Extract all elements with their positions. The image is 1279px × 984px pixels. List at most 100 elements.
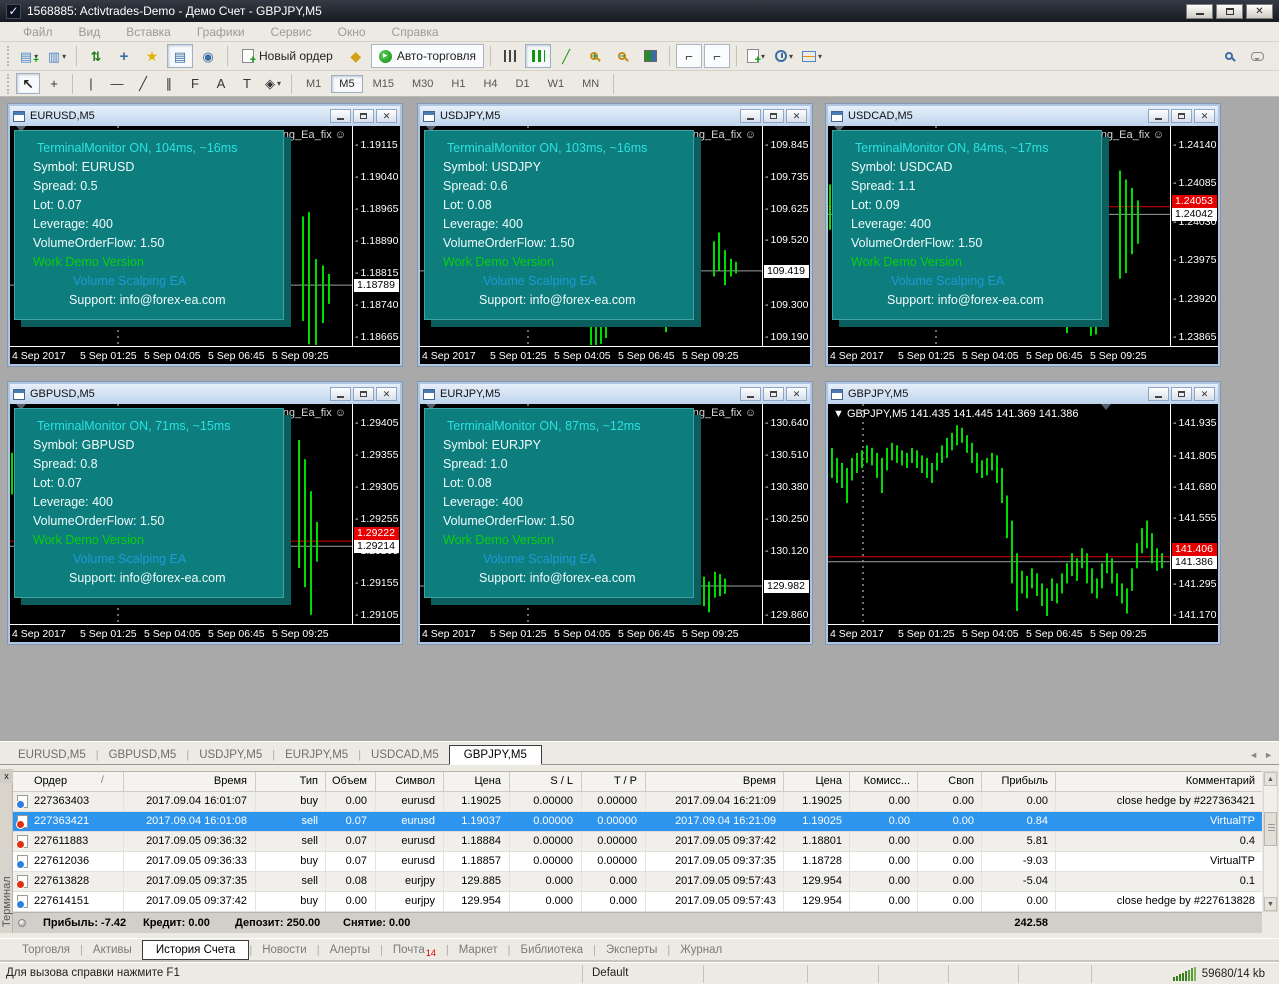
tab-scroll-arrows[interactable]: ◄ ►: [1249, 750, 1273, 764]
terminal-tab-Новости[interactable]: Новости: [252, 941, 317, 959]
autotrading-button[interactable]: Авто-торговля: [370, 44, 485, 68]
profiles-button[interactable]: ▥ ▾: [44, 44, 70, 68]
terminal-tab-История Счета[interactable]: История Счета: [141, 939, 250, 960]
column-header-symbol[interactable]: Символ: [395, 775, 435, 787]
strategy-tester-button[interactable]: ◉: [195, 44, 221, 68]
zoom-out-button[interactable]: −: [609, 44, 635, 68]
chart-area[interactable]: ▼ GBPJPY,M5 141.435 141.445 141.369 141.…: [828, 404, 1218, 642]
chart-minimize-button[interactable]: [330, 387, 351, 401]
chart-close-button[interactable]: [786, 109, 807, 123]
line-chart-button[interactable]: ╱: [553, 44, 579, 68]
terminal-tab-Маркет[interactable]: Маркет: [449, 941, 508, 959]
timeframe-M30[interactable]: M30: [404, 75, 441, 93]
restore-button[interactable]: [1216, 3, 1243, 19]
scroll-up-button[interactable]: ▲: [1264, 772, 1277, 786]
tile-windows-button[interactable]: [637, 44, 663, 68]
chart-restore-button[interactable]: [763, 387, 784, 401]
titlebar[interactable]: 1568885: Activtrades-Demo - Демо Счет - …: [0, 0, 1279, 22]
chart-minimize-button[interactable]: [740, 109, 761, 123]
history-row-227363421[interactable]: 227363421 2017.09.04 16:01:08 sell 0.07 euru…: [13, 812, 1262, 832]
column-header-order[interactable]: Ордер: [34, 775, 67, 787]
chart-minimize-button[interactable]: [1148, 387, 1169, 401]
column-header-sl[interactable]: S / L: [550, 775, 573, 787]
menu-Справка[interactable]: Справка: [379, 25, 452, 39]
periods-button[interactable]: ▾: [771, 44, 797, 68]
cursor-button[interactable]: ↖: [16, 73, 40, 94]
column-header-price2[interactable]: Цена: [816, 775, 842, 787]
chart-area[interactable]: _Scalping_Ea_fix ☺ TerminalMonitor ON, 1…: [10, 126, 400, 364]
chart-area[interactable]: _Scalping_Ea_fix ☺ TerminalMonitor ON, 8…: [828, 126, 1218, 364]
auto-scroll-button[interactable]: ⌐: [676, 44, 703, 68]
timeframe-D1[interactable]: D1: [508, 75, 538, 93]
column-header-swap[interactable]: Своп: [948, 775, 974, 787]
status-profile[interactable]: Default: [592, 967, 628, 979]
chart-close-button[interactable]: [376, 109, 397, 123]
terminal-button[interactable]: ▤: [167, 44, 193, 68]
text-button[interactable]: A: [209, 73, 233, 94]
timeframe-M15[interactable]: M15: [365, 75, 402, 93]
terminal-tab-Торговля[interactable]: Торговля: [12, 941, 80, 959]
chart-window-titlebar[interactable]: GBPUSD,M5: [10, 384, 400, 404]
timeframe-MN[interactable]: MN: [574, 75, 607, 93]
column-header-time2[interactable]: Время: [743, 775, 776, 787]
templates-button[interactable]: ▾: [799, 44, 825, 68]
table-scrollbar[interactable]: ▲ ▼: [1263, 771, 1278, 912]
chart-close-button[interactable]: [1194, 109, 1215, 123]
timeframe-H1[interactable]: H1: [443, 75, 473, 93]
terminal-tab-Библиотека[interactable]: Библиотека: [511, 941, 594, 959]
chart-close-button[interactable]: [1194, 387, 1215, 401]
chart-close-button[interactable]: [376, 387, 397, 401]
column-header-commission[interactable]: Комисс...: [864, 775, 910, 787]
bar-chart-button[interactable]: [497, 44, 523, 68]
chart-tab-EURJPY,M5[interactable]: EURJPY,M5: [275, 746, 358, 764]
chart-window-titlebar[interactable]: GBPJPY,M5: [828, 384, 1218, 404]
chart-window-titlebar[interactable]: USDJPY,M5: [420, 106, 810, 126]
timeframe-H4[interactable]: H4: [475, 75, 505, 93]
chart-restore-button[interactable]: [763, 109, 784, 123]
chat-button[interactable]: [1244, 44, 1270, 68]
chart-close-button[interactable]: [786, 387, 807, 401]
history-row-227612036[interactable]: 227612036 2017.09.05 09:36:33 buy 0.07 eurus…: [13, 852, 1262, 872]
scroll-down-button[interactable]: ▼: [1264, 897, 1277, 911]
chart-window-titlebar[interactable]: EURJPY,M5: [420, 384, 810, 404]
chart-minimize-button[interactable]: [1148, 109, 1169, 123]
chart-tab-USDCAD,M5[interactable]: USDCAD,M5: [361, 746, 449, 764]
arrows-button[interactable]: ◈ ▾: [261, 73, 285, 94]
data-window-button[interactable]: +: [111, 44, 137, 68]
history-row-227611883[interactable]: 227611883 2017.09.05 09:36:32 sell 0.07 euru…: [13, 832, 1262, 852]
menu-Файл[interactable]: Файл: [10, 25, 66, 39]
menu-Вид[interactable]: Вид: [66, 25, 114, 39]
new-chart-button[interactable]: ▤ + ▾: [16, 44, 42, 68]
chart-tab-EURUSD,M5[interactable]: EURUSD,M5: [8, 746, 96, 764]
column-header-type[interactable]: Тип: [300, 775, 318, 787]
column-header-tp[interactable]: T / P: [614, 775, 637, 787]
scrollbar-thumb[interactable]: [1264, 812, 1277, 846]
chart-area[interactable]: _Scalping_Ea_fix ☺ TerminalMonitor ON, 1…: [420, 126, 810, 364]
terminal-tab-Журнал[interactable]: Журнал: [670, 941, 732, 959]
menu-Графики[interactable]: Графики: [184, 25, 258, 39]
timeframe-M5[interactable]: M5: [331, 74, 363, 93]
chart-shift-button[interactable]: ⌐: [704, 44, 731, 68]
trendline-button[interactable]: ╱: [131, 73, 155, 94]
menu-Сервис[interactable]: Сервис: [258, 25, 325, 39]
chart-restore-button[interactable]: [1171, 387, 1192, 401]
terminal-tab-Активы[interactable]: Активы: [83, 941, 142, 959]
menu-Вставка[interactable]: Вставка: [113, 25, 184, 39]
column-header-volume[interactable]: Объем: [332, 775, 367, 787]
metaeditor-button[interactable]: ◆: [343, 44, 369, 68]
chart-window-titlebar[interactable]: EURUSD,M5: [10, 106, 400, 126]
text-label-button[interactable]: T: [235, 73, 259, 94]
terminal-close-button[interactable]: x: [0, 769, 13, 783]
terminal-tab-Алерты[interactable]: Алерты: [320, 941, 380, 959]
chart-window-titlebar[interactable]: USDCAD,M5: [828, 106, 1218, 126]
history-row-227614151[interactable]: 227614151 2017.09.05 09:37:42 buy 0.00 eurjp…: [13, 892, 1262, 912]
channel-button[interactable]: ∥: [157, 73, 181, 94]
chart-area[interactable]: _Scalping_Ea_fix ☺ TerminalMonitor ON, 7…: [10, 404, 400, 642]
horizontal-line-button[interactable]: —: [105, 73, 129, 94]
close-button[interactable]: [1246, 3, 1273, 19]
column-header-time[interactable]: Время: [214, 775, 247, 787]
tab-scroll-left-icon[interactable]: ◄: [1249, 750, 1258, 760]
column-header-profit[interactable]: Прибыль: [1001, 775, 1048, 787]
timeframe-W1[interactable]: W1: [540, 75, 573, 93]
history-row-227363403[interactable]: 227363403 2017.09.04 16:01:07 buy 0.00 eurus…: [13, 792, 1262, 812]
